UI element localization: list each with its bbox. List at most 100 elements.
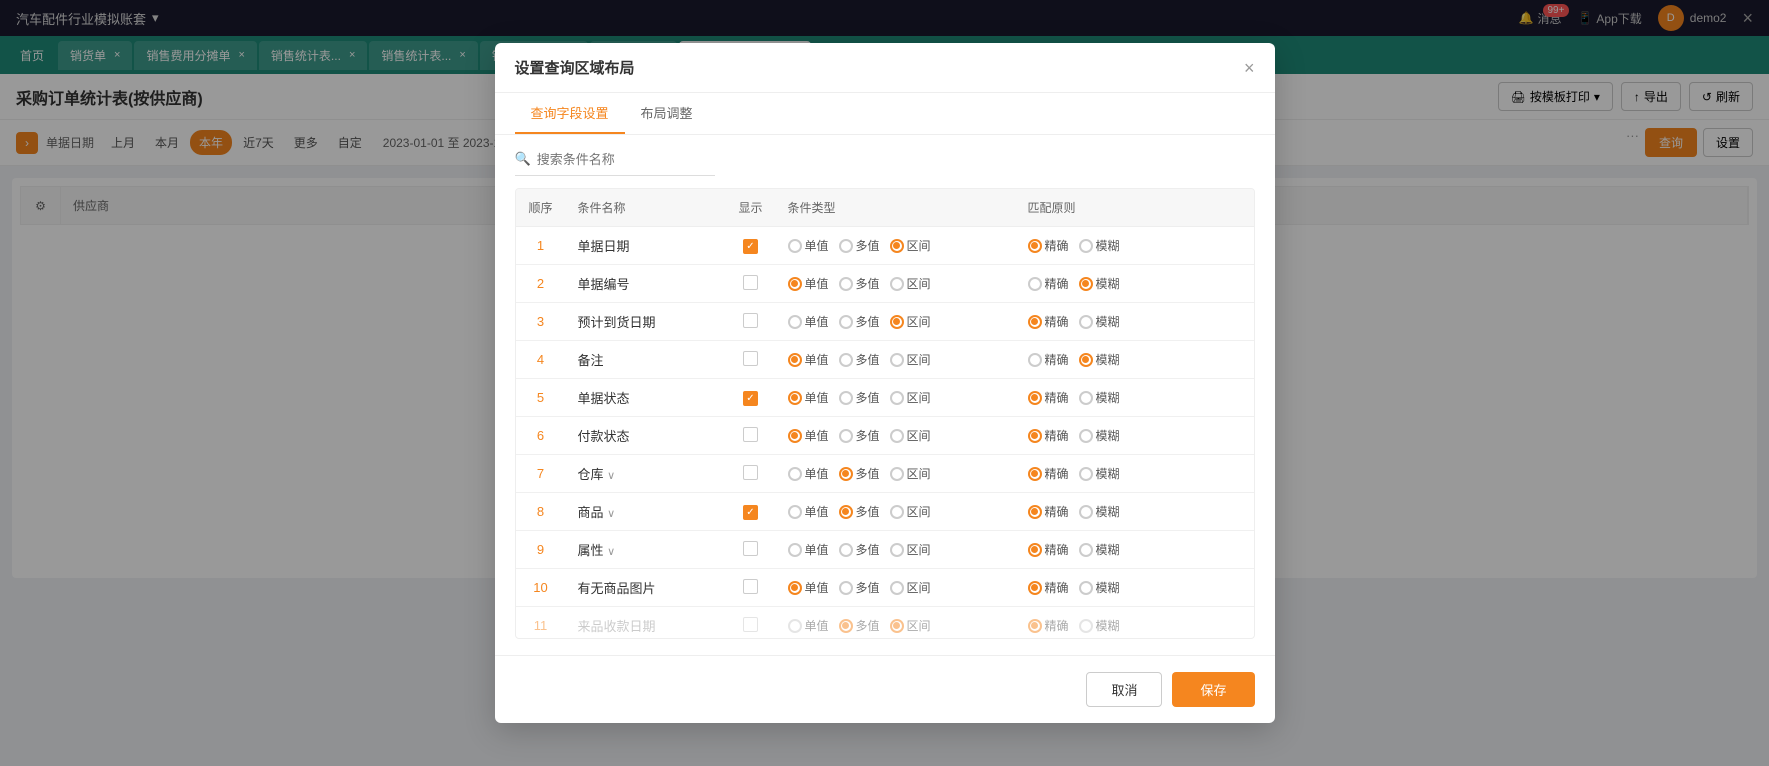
match-radio-item[interactable]: 精确 (1028, 351, 1069, 368)
type-radio-item[interactable]: 单值 (788, 617, 829, 634)
type-radio-item[interactable]: 单值 (788, 275, 829, 292)
radio-label: 精确 (1045, 579, 1069, 596)
type-radio-item[interactable]: 多值 (839, 275, 880, 292)
table-header-row: 顺序 条件名称 显示 条件类型 匹配原则 (516, 189, 1254, 227)
radio-circle-icon (788, 315, 802, 329)
type-radio-item[interactable]: 多值 (839, 503, 880, 520)
type-radio-item[interactable]: 单值 (788, 579, 829, 596)
checkbox-icon[interactable] (743, 275, 758, 290)
match-radio-item[interactable]: 精确 (1028, 541, 1069, 558)
row-display-checkbox[interactable] (726, 341, 776, 379)
row-display-checkbox[interactable] (726, 265, 776, 303)
type-radio-item[interactable]: 多值 (839, 465, 880, 482)
type-radio-item[interactable]: 区间 (890, 275, 931, 292)
match-radio-item[interactable]: 精确 (1028, 275, 1069, 292)
checkbox-icon[interactable] (743, 465, 758, 480)
type-radio-item[interactable]: 多值 (839, 351, 880, 368)
row-display-checkbox[interactable] (726, 417, 776, 455)
match-radio-item[interactable]: 模糊 (1079, 237, 1120, 254)
type-radio-item[interactable]: 单值 (788, 237, 829, 254)
save-button[interactable]: 保存 (1172, 672, 1254, 707)
match-radio-item[interactable]: 模糊 (1079, 389, 1120, 406)
type-radio-item[interactable]: 多值 (839, 579, 880, 596)
radio-circle-icon (1028, 505, 1042, 519)
match-radio-item[interactable]: 精确 (1028, 313, 1069, 330)
type-radio-item[interactable]: 区间 (890, 541, 931, 558)
type-radio-item[interactable]: 单值 (788, 351, 829, 368)
radio-circle-icon (1028, 581, 1042, 595)
checkbox-icon[interactable] (743, 579, 758, 594)
type-radio-item[interactable]: 区间 (890, 579, 931, 596)
table-row: 1单据日期单值多值区间精确模糊 (516, 227, 1254, 265)
type-radio-item[interactable]: 多值 (839, 541, 880, 558)
type-radio-item[interactable]: 多值 (839, 617, 880, 634)
row-display-checkbox[interactable] (726, 379, 776, 417)
th-display: 显示 (726, 189, 776, 227)
search-input[interactable] (537, 152, 715, 167)
checkbox-icon[interactable] (743, 617, 758, 632)
match-radio-item[interactable]: 精确 (1028, 503, 1069, 520)
row-display-checkbox[interactable] (726, 607, 776, 640)
match-radio-item[interactable]: 精确 (1028, 389, 1069, 406)
type-radio-item[interactable]: 区间 (890, 237, 931, 254)
type-radio-item[interactable]: 单值 (788, 465, 829, 482)
match-radio-item[interactable]: 模糊 (1079, 503, 1120, 520)
type-radio-item[interactable]: 单值 (788, 541, 829, 558)
type-radio-item[interactable]: 区间 (890, 313, 931, 330)
checkbox-icon[interactable] (743, 313, 758, 328)
match-radio-item[interactable]: 模糊 (1079, 351, 1120, 368)
row-type: 单值多值区间 (776, 607, 1016, 640)
th-match: 匹配原则 (1016, 189, 1254, 227)
type-radio-item[interactable]: 单值 (788, 313, 829, 330)
row-display-checkbox[interactable] (726, 569, 776, 607)
row-display-checkbox[interactable] (726, 493, 776, 531)
checkbox-icon[interactable] (743, 505, 758, 520)
match-radio-item[interactable]: 模糊 (1079, 541, 1120, 558)
match-radio-item[interactable]: 精确 (1028, 465, 1069, 482)
radio-circle-icon (1028, 543, 1042, 557)
type-radio-item[interactable]: 区间 (890, 503, 931, 520)
type-radio-item[interactable]: 区间 (890, 617, 931, 634)
type-radio-item[interactable]: 单值 (788, 427, 829, 444)
type-radio-item[interactable]: 多值 (839, 237, 880, 254)
type-radio-item[interactable]: 多值 (839, 389, 880, 406)
radio-label: 模糊 (1096, 427, 1120, 444)
match-radio-item[interactable]: 模糊 (1079, 617, 1120, 634)
type-radio-item[interactable]: 单值 (788, 503, 829, 520)
row-display-checkbox[interactable] (726, 531, 776, 569)
dialog-tabs: 查询字段设置 布局调整 (495, 93, 1275, 135)
type-radio-item[interactable]: 多值 (839, 427, 880, 444)
match-radio-item[interactable]: 模糊 (1079, 275, 1120, 292)
match-radio-item[interactable]: 模糊 (1079, 465, 1120, 482)
dialog-tab-layout[interactable]: 布局调整 (625, 93, 709, 134)
match-radio-item[interactable]: 精确 (1028, 579, 1069, 596)
cancel-button[interactable]: 取消 (1086, 672, 1162, 707)
checkbox-icon[interactable] (743, 239, 758, 254)
match-radio-item[interactable]: 精确 (1028, 427, 1069, 444)
radio-label: 精确 (1045, 617, 1069, 634)
type-radio-item[interactable]: 区间 (890, 351, 931, 368)
type-radio-item[interactable]: 区间 (890, 427, 931, 444)
row-type: 单值多值区间 (776, 531, 1016, 569)
match-radio-item[interactable]: 精确 (1028, 237, 1069, 254)
type-radio-item[interactable]: 单值 (788, 389, 829, 406)
dialog-close-button[interactable]: × (1244, 59, 1255, 77)
type-radio-item[interactable]: 区间 (890, 389, 931, 406)
type-radio-item[interactable]: 区间 (890, 465, 931, 482)
radio-label: 模糊 (1096, 503, 1120, 520)
match-radio-item[interactable]: 模糊 (1079, 313, 1120, 330)
match-radio-item[interactable]: 模糊 (1079, 427, 1120, 444)
match-radio-item[interactable]: 精确 (1028, 617, 1069, 634)
row-display-checkbox[interactable] (726, 303, 776, 341)
checkbox-icon[interactable] (743, 427, 758, 442)
checkbox-icon[interactable] (743, 351, 758, 366)
type-radio-item[interactable]: 多值 (839, 313, 880, 330)
checkbox-icon[interactable] (743, 391, 758, 406)
radio-circle-icon (1079, 467, 1093, 481)
dialog-tab-fields[interactable]: 查询字段设置 (515, 93, 625, 134)
row-display-checkbox[interactable] (726, 227, 776, 265)
radio-circle-icon (839, 543, 853, 557)
match-radio-item[interactable]: 模糊 (1079, 579, 1120, 596)
checkbox-icon[interactable] (743, 541, 758, 556)
row-display-checkbox[interactable] (726, 455, 776, 493)
